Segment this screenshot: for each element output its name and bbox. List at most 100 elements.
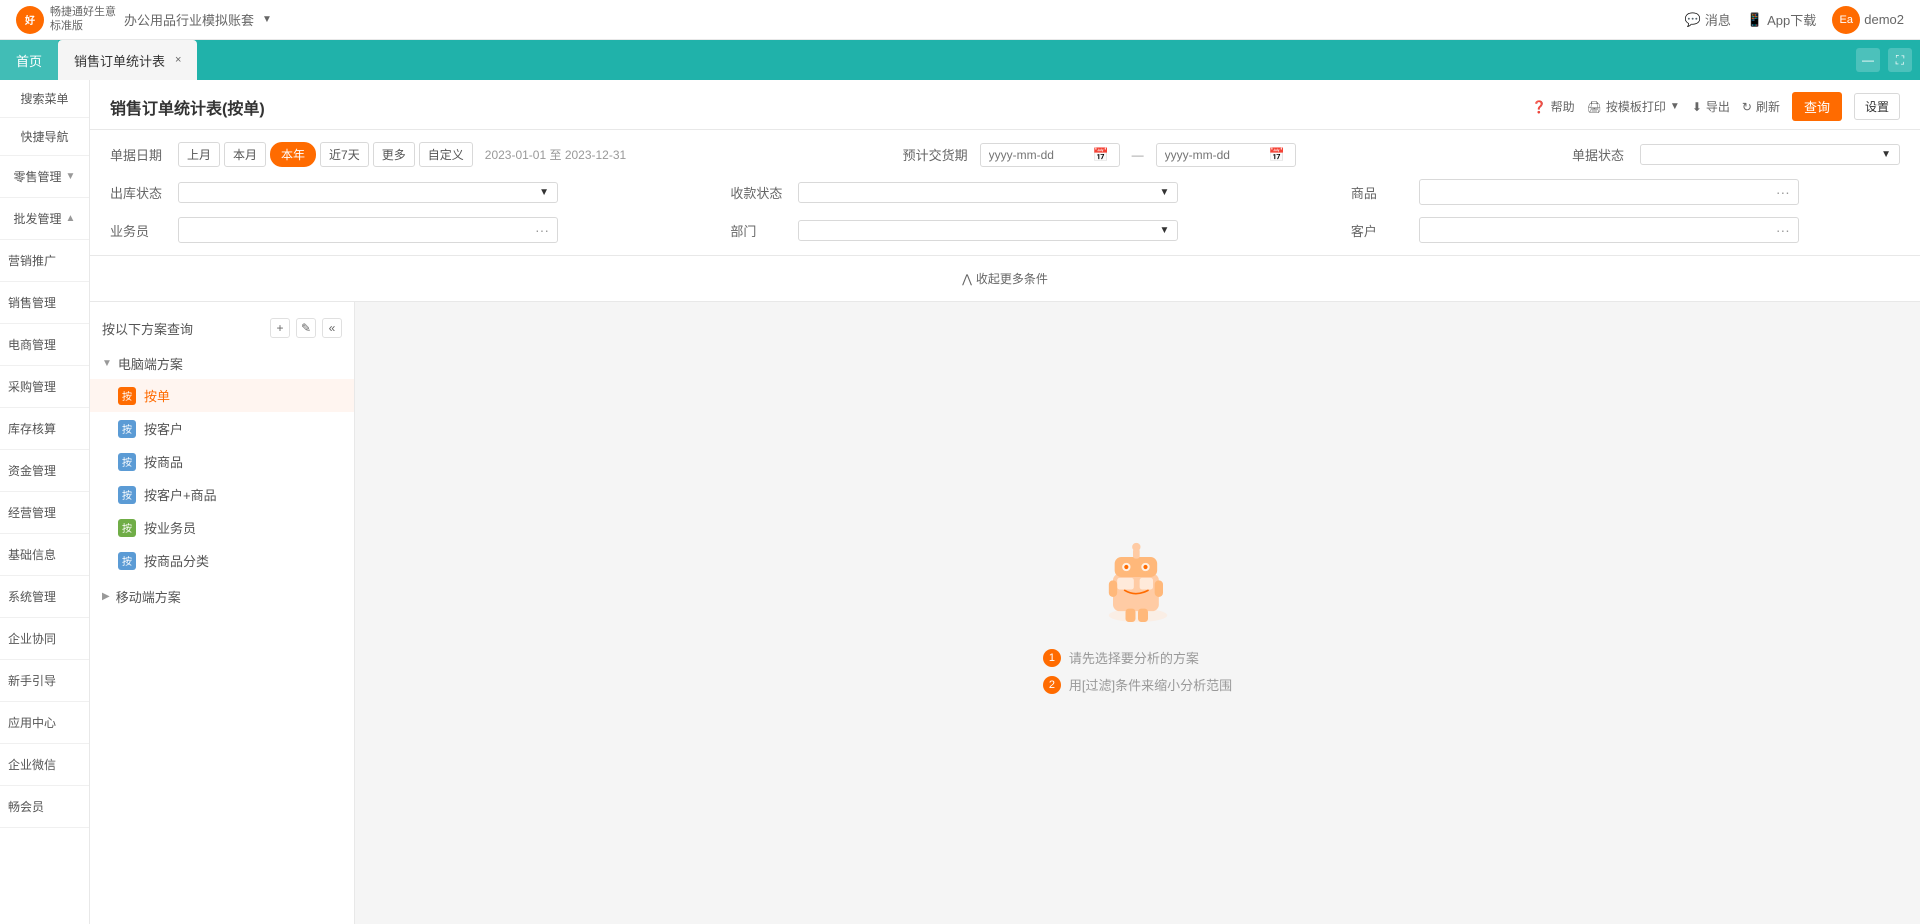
sidebar-item-member[interactable]: 畅会员 bbox=[0, 786, 89, 828]
more-options-icon-3[interactable]: ··· bbox=[1776, 222, 1790, 238]
expected-date-start-input[interactable] bbox=[989, 148, 1089, 162]
sidebar-item-wholesale[interactable]: 批发管理 ▲ bbox=[0, 198, 89, 240]
date-more-btn[interactable]: 更多 bbox=[373, 142, 415, 167]
logo-line1: 畅捷通好生意 bbox=[50, 6, 116, 19]
filter-row-1: 单据日期 上月 本月 本年 近7天 更多 自定义 2023-01-01 至 20… bbox=[110, 142, 1900, 167]
scheme-item-3[interactable]: 按 按客户+商品 bbox=[90, 478, 354, 511]
sidebar-item-system[interactable]: 系统管理 bbox=[0, 576, 89, 618]
sidebar-item-newbie[interactable]: 新手引导 bbox=[0, 660, 89, 702]
mobile-group-header[interactable]: ▶ 移动端方案 bbox=[90, 581, 354, 612]
pc-group-header[interactable]: ▼ 电脑端方案 bbox=[90, 348, 354, 379]
settings-btn[interactable]: 设置 bbox=[1854, 93, 1900, 120]
chevron-up-icon: ▲ bbox=[66, 213, 76, 224]
empty-illustration bbox=[1088, 532, 1188, 632]
industry-selector[interactable]: 办公用品行业模拟账套 ▼ bbox=[124, 10, 272, 29]
collapse-icon: ⋀ bbox=[962, 272, 972, 286]
date-last7-btn[interactable]: 近7天 bbox=[320, 142, 369, 167]
collection-status-select[interactable]: ▼ bbox=[798, 182, 1178, 203]
department-label: 部门 bbox=[730, 221, 786, 240]
tab-active[interactable]: 销售订单统计表 × bbox=[58, 40, 197, 80]
sidebar-item-purchase[interactable]: 采购管理 bbox=[0, 366, 89, 408]
goods-label: 商品 bbox=[1351, 183, 1407, 202]
query-btn[interactable]: 查询 bbox=[1792, 92, 1842, 121]
shipment-status-select[interactable]: ▼ bbox=[178, 182, 558, 203]
scheme-icon-0: 按 bbox=[118, 387, 136, 405]
sidebar-item-app-center[interactable]: 应用中心 bbox=[0, 702, 89, 744]
scheme-item-1[interactable]: 按 按客户 bbox=[90, 412, 354, 445]
tab-home[interactable]: 首页 bbox=[0, 40, 58, 80]
sidebar-item-ecommerce[interactable]: 电商管理 bbox=[0, 324, 89, 366]
messages-btn[interactable]: 💬 消息 bbox=[1685, 10, 1731, 29]
department-select[interactable]: ▼ bbox=[798, 220, 1178, 241]
empty-tips: 1 请先选择要分析的方案 2 用[过滤]条件来缩小分析范围 bbox=[1043, 648, 1232, 694]
shipment-status-label: 出库状态 bbox=[110, 183, 166, 202]
collection-status-label: 收款状态 bbox=[730, 183, 786, 202]
calendar-icon-2[interactable]: 📅 bbox=[1269, 147, 1285, 163]
app-download-btn[interactable]: 📱 App下载 bbox=[1747, 10, 1816, 29]
scheme-item-5[interactable]: 按 按商品分类 bbox=[90, 544, 354, 577]
date-custom-btn[interactable]: 自定义 bbox=[419, 142, 473, 167]
sidebar: 搜索菜单 快捷导航 零售管理 ▼ 批发管理 ▲ 营销推广 销售管理 电商管理 采… bbox=[0, 80, 90, 924]
top-bar: 好 畅捷通好生意 标准版 办公用品行业模拟账套 ▼ 💬 消息 📱 App下载 E… bbox=[0, 0, 1920, 40]
top-bar-left: 好 畅捷通好生意 标准版 办公用品行业模拟账套 ▼ bbox=[16, 6, 272, 34]
refresh-btn[interactable]: ↻ 刷新 bbox=[1742, 98, 1780, 115]
date-btn-group: 上月 本月 本年 近7天 更多 自定义 bbox=[178, 142, 473, 167]
tab-maximize-btn[interactable]: ⛶ bbox=[1888, 48, 1912, 72]
sidebar-item-marketing[interactable]: 营销推广 bbox=[0, 240, 89, 282]
customer-select[interactable]: ··· bbox=[1419, 217, 1799, 243]
pc-group-label: 电脑端方案 bbox=[118, 354, 183, 373]
tip-num-2: 2 bbox=[1043, 676, 1061, 694]
sidebar-item-inventory[interactable]: 库存核算 bbox=[0, 408, 89, 450]
more-options-icon-2[interactable]: ··· bbox=[535, 222, 549, 238]
help-btn[interactable]: ❓ 帮助 bbox=[1532, 98, 1575, 115]
export-icon: ⬇ bbox=[1692, 100, 1702, 114]
export-btn[interactable]: ⬇ 导出 bbox=[1692, 98, 1730, 115]
right-panel: 1 请先选择要分析的方案 2 用[过滤]条件来缩小分析范围 bbox=[355, 302, 1920, 924]
expected-date-end-input[interactable] bbox=[1165, 148, 1265, 162]
print-btn[interactable]: 🖨 按模板打印 ▼ bbox=[1587, 98, 1680, 115]
date-separator: — bbox=[1132, 148, 1144, 162]
more-options-icon[interactable]: ··· bbox=[1776, 184, 1790, 200]
sidebar-item-operations[interactable]: 经营管理 bbox=[0, 492, 89, 534]
expected-date-end[interactable]: 📅 bbox=[1156, 143, 1296, 167]
sidebar-item-enterprise[interactable]: 企业协同 bbox=[0, 618, 89, 660]
scheme-item-2[interactable]: 按 按商品 bbox=[90, 445, 354, 478]
sidebar-item-enterprise-wechat[interactable]: 企业微信 bbox=[0, 744, 89, 786]
scheme-label-4: 按业务员 bbox=[144, 518, 196, 537]
collapse-btn[interactable]: ⋀ 收起更多条件 bbox=[946, 264, 1064, 293]
sidebar-item-search-menu[interactable]: 搜索菜单 bbox=[0, 80, 89, 118]
salesperson-label: 业务员 bbox=[110, 221, 166, 240]
download-icon: 📱 bbox=[1747, 12, 1763, 28]
sidebar-item-finance[interactable]: 资金管理 bbox=[0, 450, 89, 492]
date-this-year-btn[interactable]: 本年 bbox=[270, 142, 316, 167]
scheme-item-4[interactable]: 按 按业务员 bbox=[90, 511, 354, 544]
goods-select[interactable]: ··· bbox=[1419, 179, 1799, 205]
scheme-label-0: 按单 bbox=[144, 386, 170, 405]
sidebar-item-sales[interactable]: 销售管理 bbox=[0, 282, 89, 324]
collapse-panel-btn[interactable]: « bbox=[322, 318, 342, 338]
add-scheme-btn[interactable]: + bbox=[270, 318, 290, 338]
scheme-label-2: 按商品 bbox=[144, 452, 183, 471]
calendar-icon[interactable]: 📅 bbox=[1093, 147, 1109, 163]
tab-minimize-btn[interactable]: — bbox=[1856, 48, 1880, 72]
left-panel-title: 按以下方案查询 bbox=[102, 319, 193, 338]
chevron-down-icon: ▼ bbox=[102, 358, 112, 369]
sidebar-item-retail[interactable]: 零售管理 ▼ bbox=[0, 156, 89, 198]
sidebar-item-quick-nav[interactable]: 快捷导航 bbox=[0, 118, 89, 156]
content-body: 按以下方案查询 + ✎ « ▼ 电脑端方案 按 按单 bbox=[90, 302, 1920, 924]
chevron-down-icon: ▼ bbox=[1160, 187, 1170, 198]
salesperson-select[interactable]: ··· bbox=[178, 217, 558, 243]
user-menu[interactable]: Ea demo2 bbox=[1832, 6, 1904, 34]
sidebar-item-basics[interactable]: 基础信息 bbox=[0, 534, 89, 576]
doc-status-select[interactable]: ▼ bbox=[1640, 144, 1900, 165]
chevron-down-icon: ▼ bbox=[66, 171, 76, 182]
date-this-month-btn[interactable]: 本月 bbox=[224, 142, 266, 167]
tab-close-icon[interactable]: × bbox=[175, 54, 181, 66]
page-area: 销售订单统计表(按单) ❓ 帮助 🖨 按模板打印 ▼ ⬇ 导出 ↻ 刷新 bbox=[90, 80, 1920, 924]
date-last-month-btn[interactable]: 上月 bbox=[178, 142, 220, 167]
edit-scheme-btn[interactable]: ✎ bbox=[296, 318, 316, 338]
scheme-icon-5: 按 bbox=[118, 552, 136, 570]
scheme-item-0[interactable]: 按 按单 bbox=[90, 379, 354, 412]
expected-date-start[interactable]: 📅 bbox=[980, 143, 1120, 167]
scheme-label-5: 按商品分类 bbox=[144, 551, 209, 570]
